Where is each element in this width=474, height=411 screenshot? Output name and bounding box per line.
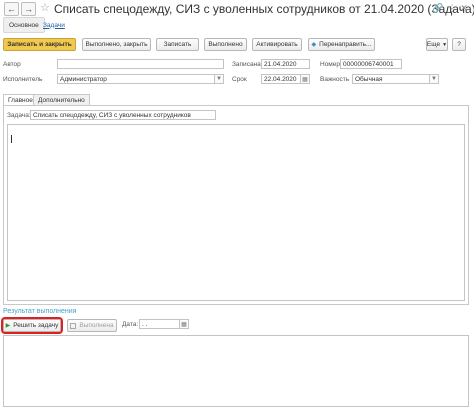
back-button[interactable]: ←: [4, 2, 19, 16]
tab-tasks[interactable]: Задачи: [38, 17, 70, 33]
write-button[interactable]: Записать: [156, 38, 199, 51]
author-field[interactable]: [57, 59, 224, 69]
completed-label: Выполнена: [79, 322, 114, 329]
deadline-value: 22.04.2020: [264, 75, 297, 83]
completed-button[interactable]: Выполнена: [67, 319, 117, 332]
executor-field[interactable]: Администратор ▼: [57, 74, 224, 84]
task-label: Задача:: [7, 112, 31, 119]
importance-label: Важность: [320, 76, 350, 83]
executor-label: Исполнитель: [3, 76, 43, 83]
chevron-down-icon[interactable]: ▼: [429, 75, 438, 83]
done-and-close-button[interactable]: Выполнено, закрыть: [82, 38, 151, 51]
text-cursor: [11, 135, 12, 143]
solve-task-label: Решить задачу: [13, 322, 59, 329]
activate-button[interactable]: Активировать: [252, 38, 302, 51]
deadline-label: Срок: [232, 76, 247, 83]
arrow-right-icon: →: [24, 4, 33, 14]
play-icon: ▶: [5, 323, 11, 329]
done-button[interactable]: Выполнено: [204, 38, 247, 51]
activate-label: Активировать: [256, 41, 298, 48]
page-title: Списать спецодежду, СИЗ с уволенных сотр…: [54, 2, 474, 16]
chevron-down-icon: ▼: [442, 41, 448, 48]
solve-task-button[interactable]: ▶ Решить задачу: [1, 317, 63, 334]
redirect-icon: ◆: [311, 42, 317, 48]
result-textarea[interactable]: [3, 335, 469, 407]
author-label: Автор: [3, 61, 21, 68]
checkbox-icon: [70, 322, 77, 329]
link-icon[interactable]: 🔗: [432, 3, 444, 14]
date-value: . .: [142, 320, 148, 328]
more-label: Еще: [426, 41, 441, 48]
arrow-left-icon: ←: [7, 4, 16, 14]
executor-value: Администратор: [60, 75, 107, 83]
redirect-label: Перенаправить...: [319, 41, 372, 48]
recorded-field: 21.04.2020: [261, 59, 310, 69]
help-button[interactable]: ?: [452, 38, 466, 51]
forward-button[interactable]: →: [21, 2, 36, 16]
date-label: Дата:: [122, 321, 139, 328]
recorded-label: Записана: [232, 61, 261, 68]
task-description-textarea[interactable]: [7, 124, 465, 301]
number-label: Номер: [320, 61, 341, 68]
importance-select[interactable]: Обычная ▼: [352, 74, 439, 84]
calendar-icon[interactable]: ▦: [179, 320, 188, 328]
more-menu-icon[interactable]: ⋮: [446, 3, 458, 14]
number-field: 00000006740001: [340, 59, 402, 69]
date-field[interactable]: . . ▦: [139, 319, 189, 329]
chevron-down-icon[interactable]: ▼: [214, 75, 223, 83]
star-icon[interactable]: ☆: [40, 1, 50, 14]
redirect-button[interactable]: ◆ Перенаправить...: [308, 38, 375, 51]
task-field[interactable]: Списать спецодежду, СИЗ с уволенных сотр…: [30, 110, 216, 120]
write-and-close-button[interactable]: Записать и закрыть: [3, 38, 76, 51]
close-icon[interactable]: ✕: [458, 3, 470, 14]
result-section-title: Результат выполнения: [3, 308, 77, 315]
importance-value: Обычная: [355, 75, 383, 83]
deadline-field[interactable]: 22.04.2020 ▦: [261, 74, 310, 84]
more-button[interactable]: Еще ▼: [426, 38, 448, 51]
calendar-icon[interactable]: ▦: [300, 75, 309, 83]
